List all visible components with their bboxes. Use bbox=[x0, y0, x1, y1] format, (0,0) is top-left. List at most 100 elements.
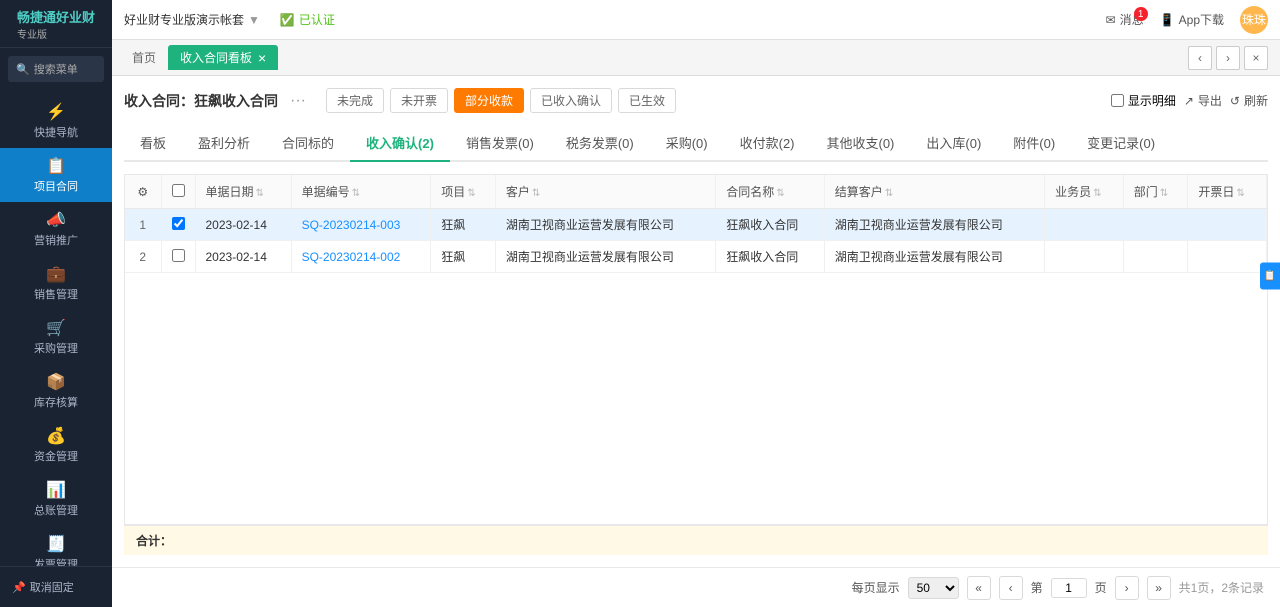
pagination-prev-btn[interactable]: ‹ bbox=[999, 576, 1023, 600]
col-seq: 2 bbox=[125, 241, 161, 273]
export-label: 导出 bbox=[1198, 92, 1222, 109]
subtab-tax-invoice[interactable]: 税务发票(0) bbox=[550, 125, 650, 162]
col-header-number[interactable]: 单据编号⇅ bbox=[291, 175, 431, 209]
sales-icon: 💼 bbox=[46, 264, 66, 284]
user-avatar[interactable]: 珠珠 bbox=[1240, 6, 1268, 34]
sidebar-item-inventory[interactable]: 📦 库存核算 bbox=[0, 364, 112, 418]
subtabs: 看板 盈利分析 合同标的 收入确认(2) 销售发票(0) 税务发票(0) 采购(… bbox=[124, 125, 1268, 162]
show-detail-checkbox[interactable] bbox=[1111, 94, 1124, 107]
col-header-contract-name[interactable]: 合同名称⇅ bbox=[716, 175, 824, 209]
status-btn-partial-receipt[interactable]: 部分收款 bbox=[454, 88, 524, 113]
pagination-page-suffix: 页 bbox=[1095, 579, 1107, 596]
col-header-department[interactable]: 部门⇅ bbox=[1123, 175, 1188, 209]
subtab-change-log[interactable]: 变更记录(0) bbox=[1071, 125, 1171, 162]
col-date: 2023-02-14 bbox=[195, 209, 291, 241]
accounts-icon: 📊 bbox=[46, 480, 66, 500]
subtab-warehouse[interactable]: 出入库(0) bbox=[910, 125, 997, 162]
tab-nav-prev[interactable]: ‹ bbox=[1188, 46, 1212, 70]
sidebar-item-invoices[interactable]: 🧾 发票管理 bbox=[0, 526, 112, 566]
sidebar-item-marketing[interactable]: 📣 营销推广 bbox=[0, 202, 112, 256]
sort-contract-icon: ⇅ bbox=[776, 188, 784, 199]
sidebar-item-funds[interactable]: 💰 资金管理 bbox=[0, 418, 112, 472]
pagination-page-input[interactable] bbox=[1051, 578, 1087, 598]
subtab-revenue-recognition[interactable]: 收入确认(2) bbox=[350, 125, 450, 162]
per-page-select[interactable]: 20 50 100 bbox=[908, 577, 959, 599]
contract-actions: 显示明细 ↗ 导出 ↺ 刷新 bbox=[1111, 92, 1268, 109]
col-header-customer[interactable]: 客户⇅ bbox=[495, 175, 715, 209]
col-header-open-date[interactable]: 开票日⇅ bbox=[1188, 175, 1267, 209]
table-footer: 合计： bbox=[124, 525, 1268, 555]
sidebar-item-purchase[interactable]: 🛒 采购管理 bbox=[0, 310, 112, 364]
show-detail-checkbox-label[interactable]: 显示明细 bbox=[1111, 92, 1176, 109]
footer-total-label: 合计： bbox=[136, 532, 172, 549]
col-salesperson bbox=[1045, 209, 1124, 241]
col-header-date[interactable]: 单据日期⇅ bbox=[195, 175, 291, 209]
row-checkbox[interactable] bbox=[172, 249, 185, 262]
select-all-checkbox[interactable] bbox=[172, 184, 185, 197]
right-float-button[interactable]: 📋 bbox=[1260, 263, 1280, 290]
status-btn-incomplete[interactable]: 未完成 bbox=[326, 88, 384, 113]
col-contract-name: 狂飙收入合同 bbox=[716, 241, 824, 273]
doc-number-link[interactable]: SQ-20230214-002 bbox=[302, 250, 401, 264]
doc-number-link[interactable]: SQ-20230214-003 bbox=[302, 218, 401, 232]
contract-title: 收入合同：狂飙收入合同 bbox=[124, 91, 278, 111]
main-content: 好业财专业版演示帐套 ▼ ✅ 已认证 ✉ 1 消息 📱 App下载 珠珠 首页 … bbox=[112, 0, 1280, 607]
sidebar-item-sales[interactable]: 💼 销售管理 bbox=[0, 256, 112, 310]
sidebar-item-quick-nav[interactable]: ⚡ 快捷导航 bbox=[0, 94, 112, 148]
subtab-payment[interactable]: 收付款(2) bbox=[724, 125, 811, 162]
sidebar-item-purchase-label: 采购管理 bbox=[34, 340, 78, 356]
sort-salesperson-icon: ⇅ bbox=[1093, 188, 1101, 199]
refresh-button[interactable]: ↺ 刷新 bbox=[1230, 92, 1268, 109]
company-dropdown-icon: ▼ bbox=[248, 13, 260, 27]
subtab-kanban[interactable]: 看板 bbox=[124, 125, 182, 162]
col-checkbox[interactable] bbox=[161, 241, 195, 273]
col-date: 2023-02-14 bbox=[195, 241, 291, 273]
sidebar-item-project-contract[interactable]: 📋 项目合同 bbox=[0, 148, 112, 202]
show-detail-label: 显示明细 bbox=[1128, 92, 1176, 109]
subtab-sales-invoice[interactable]: 销售发票(0) bbox=[450, 125, 550, 162]
table-row[interactable]: 1 2023-02-14 SQ-20230214-003 狂飙 湖南卫视商业运营… bbox=[125, 209, 1267, 241]
table-row[interactable]: 2 2023-02-14 SQ-20230214-002 狂飙 湖南卫视商业运营… bbox=[125, 241, 1267, 273]
subtab-other-income[interactable]: 其他收支(0) bbox=[811, 125, 911, 162]
tab-nav-close[interactable]: × bbox=[1244, 46, 1268, 70]
col-header-settings[interactable]: ⚙ bbox=[125, 175, 161, 209]
app-download-button[interactable]: 📱 App下载 bbox=[1160, 11, 1224, 28]
status-btn-uninvoiced[interactable]: 未开票 bbox=[390, 88, 448, 113]
contract-more-button[interactable]: ··· bbox=[290, 92, 306, 110]
tab-nav-next[interactable]: › bbox=[1216, 46, 1240, 70]
sidebar-item-accounts[interactable]: 📊 总账管理 bbox=[0, 472, 112, 526]
pagination-next-btn[interactable]: › bbox=[1115, 576, 1139, 600]
status-btn-effective[interactable]: 已生效 bbox=[618, 88, 676, 113]
subtab-attachments[interactable]: 附件(0) bbox=[997, 125, 1071, 162]
sidebar-item-invoices-label: 发票管理 bbox=[34, 556, 78, 566]
sidebar-bottom-item-cancel[interactable]: 📌 取消固定 bbox=[8, 575, 104, 599]
subtab-purchase[interactable]: 采购(0) bbox=[650, 125, 724, 162]
messages-button[interactable]: ✉ 1 消息 bbox=[1106, 11, 1144, 28]
company-selector[interactable]: 好业财专业版演示帐套 ▼ bbox=[124, 11, 260, 28]
tab-close-icon[interactable]: × bbox=[258, 50, 266, 66]
col-checkbox[interactable] bbox=[161, 209, 195, 241]
col-header-settle-customer[interactable]: 结算客户⇅ bbox=[824, 175, 1044, 209]
verified-badge: ✅ 已认证 bbox=[280, 11, 335, 28]
subtab-profit-analysis[interactable]: 盈利分析 bbox=[182, 125, 266, 162]
pagination-last-btn[interactable]: » bbox=[1147, 576, 1171, 600]
pagination-first-btn[interactable]: « bbox=[967, 576, 991, 600]
tab-contract-board[interactable]: 收入合同看板 × bbox=[168, 45, 278, 70]
search-menu-button[interactable]: 🔍 搜索菜单 bbox=[8, 56, 104, 82]
refresh-icon: ↺ bbox=[1230, 94, 1240, 108]
tab-home[interactable]: 首页 bbox=[124, 49, 164, 66]
status-btn-recognized[interactable]: 已收入确认 bbox=[530, 88, 612, 113]
export-button[interactable]: ↗ 导出 bbox=[1184, 92, 1222, 109]
col-customer: 湖南卫视商业运营发展有限公司 bbox=[495, 241, 715, 273]
sidebar-item-marketing-label: 营销推广 bbox=[34, 232, 78, 248]
row-checkbox[interactable] bbox=[172, 217, 185, 230]
right-float-icon: 📋 bbox=[1264, 271, 1276, 282]
tabbar-nav: ‹ › × bbox=[1188, 46, 1268, 70]
sidebar-bottom-cancel-label: 取消固定 bbox=[30, 579, 74, 595]
col-number[interactable]: SQ-20230214-003 bbox=[291, 209, 431, 241]
col-number[interactable]: SQ-20230214-002 bbox=[291, 241, 431, 273]
col-header-salesperson[interactable]: 业务员⇅ bbox=[1045, 175, 1124, 209]
col-header-project[interactable]: 项目⇅ bbox=[431, 175, 496, 209]
col-header-checkbox[interactable] bbox=[161, 175, 195, 209]
subtab-contract-subject[interactable]: 合同标的 bbox=[266, 125, 350, 162]
